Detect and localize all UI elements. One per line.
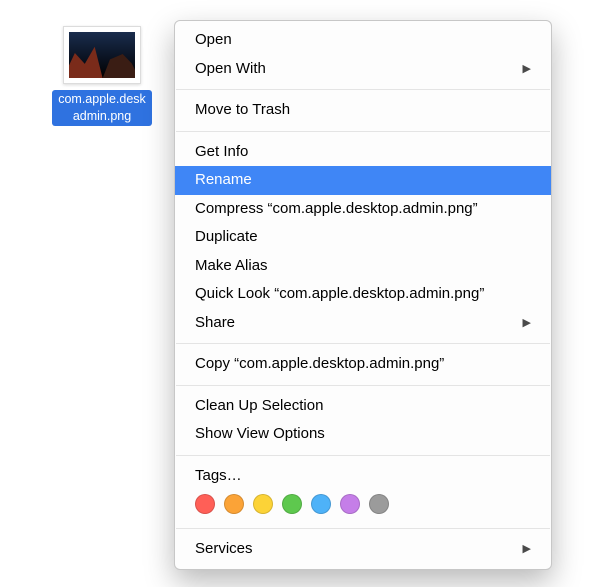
tag-purple[interactable]	[340, 494, 360, 514]
file-thumbnail-frame	[63, 26, 141, 84]
menu-separator	[176, 343, 550, 344]
menu-show-view-options-label: Show View Options	[195, 423, 325, 446]
menu-share-label: Share	[195, 312, 235, 335]
tag-blue[interactable]	[311, 494, 331, 514]
context-menu: Open Open With ▶ Move to Trash Get Info …	[174, 20, 552, 570]
menu-rename-label: Rename	[195, 169, 252, 192]
menu-separator	[176, 131, 550, 132]
tag-red[interactable]	[195, 494, 215, 514]
chevron-right-icon: ▶	[523, 541, 531, 558]
chevron-right-icon: ▶	[523, 315, 531, 332]
menu-services[interactable]: Services ▶	[175, 535, 551, 564]
menu-clean-up-label: Clean Up Selection	[195, 395, 323, 418]
menu-get-info-label: Get Info	[195, 141, 248, 164]
tag-orange[interactable]	[224, 494, 244, 514]
menu-open-with[interactable]: Open With ▶	[175, 55, 551, 84]
tag-green[interactable]	[282, 494, 302, 514]
menu-move-to-trash[interactable]: Move to Trash	[175, 96, 551, 125]
menu-get-info[interactable]: Get Info	[175, 138, 551, 167]
menu-compress-label: Compress “com.apple.desktop.admin.png”	[195, 198, 478, 221]
menu-rename[interactable]: Rename	[175, 166, 551, 195]
menu-separator	[176, 89, 550, 90]
menu-compress[interactable]: Compress “com.apple.desktop.admin.png”	[175, 195, 551, 224]
menu-make-alias[interactable]: Make Alias	[175, 252, 551, 281]
menu-open-with-label: Open With	[195, 58, 266, 81]
menu-services-label: Services	[195, 538, 253, 561]
menu-open[interactable]: Open	[175, 26, 551, 55]
menu-show-view-options[interactable]: Show View Options	[175, 420, 551, 449]
file-thumbnail	[69, 32, 135, 78]
menu-open-label: Open	[195, 29, 232, 52]
menu-separator	[176, 385, 550, 386]
menu-quick-look-label: Quick Look “com.apple.desktop.admin.png”	[195, 283, 484, 306]
menu-copy[interactable]: Copy “com.apple.desktop.admin.png”	[175, 350, 551, 379]
menu-duplicate[interactable]: Duplicate	[175, 223, 551, 252]
menu-clean-up[interactable]: Clean Up Selection	[175, 392, 551, 421]
menu-copy-label: Copy “com.apple.desktop.admin.png”	[195, 353, 444, 376]
chevron-right-icon: ▶	[523, 61, 531, 78]
tag-yellow[interactable]	[253, 494, 273, 514]
menu-tags-label: Tags…	[195, 465, 242, 488]
tag-gray[interactable]	[369, 494, 389, 514]
menu-move-to-trash-label: Move to Trash	[195, 99, 290, 122]
menu-quick-look[interactable]: Quick Look “com.apple.desktop.admin.png”	[175, 280, 551, 309]
menu-duplicate-label: Duplicate	[195, 226, 258, 249]
menu-share[interactable]: Share ▶	[175, 309, 551, 338]
file-item[interactable]: com.apple.desk admin.png	[52, 26, 152, 126]
menu-separator	[176, 455, 550, 456]
menu-tags[interactable]: Tags…	[175, 462, 551, 491]
tags-row	[175, 490, 551, 522]
menu-make-alias-label: Make Alias	[195, 255, 268, 278]
menu-separator	[176, 528, 550, 529]
file-label[interactable]: com.apple.desk admin.png	[52, 90, 152, 126]
